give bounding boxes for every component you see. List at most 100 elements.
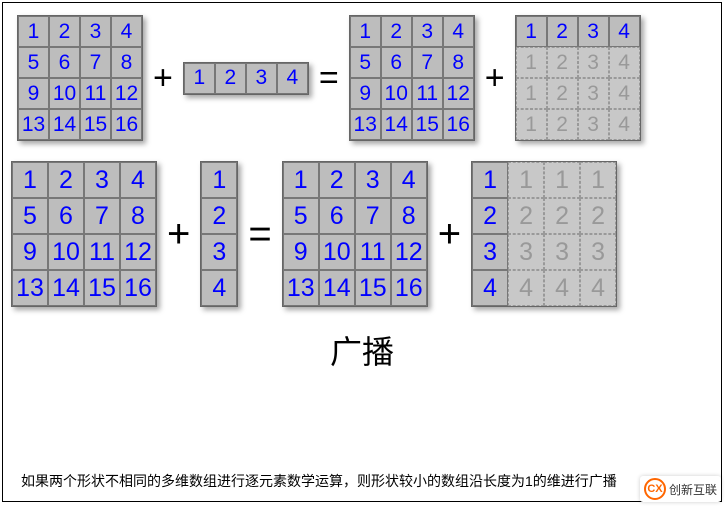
- matrix-cell: 12: [111, 78, 142, 109]
- matrix-cell: 7: [355, 198, 391, 234]
- matrix-cell: 14: [48, 270, 84, 306]
- matrix-cell: 2: [48, 162, 84, 198]
- matrix-ghost-cell: 4: [609, 78, 640, 109]
- watermark-logo-icon: CX: [644, 478, 666, 500]
- matrix-cell: 7: [412, 47, 443, 78]
- matrix-cell: 2: [215, 63, 246, 94]
- matrix-cell: 16: [111, 109, 142, 140]
- matrix-cell: 1: [516, 16, 547, 47]
- matrix-cell: 14: [319, 270, 355, 306]
- matrix-cell: 13: [12, 270, 48, 306]
- matrix-cell: 10: [49, 78, 80, 109]
- matrix-cell: 2: [201, 198, 237, 234]
- matrix-ghost-cell: 2: [547, 47, 578, 78]
- matrix-cell: 11: [84, 234, 120, 270]
- matrix-ghost-cell: 3: [578, 109, 609, 140]
- matrix-cell: 9: [12, 234, 48, 270]
- matrix-cell: 7: [84, 198, 120, 234]
- matrix-cell: 9: [350, 78, 381, 109]
- matrix-ghost-cell: 3: [580, 234, 616, 270]
- matrix-cell: 15: [412, 109, 443, 140]
- broadcast-row-1: 12345678910111213141516 + 1234 = 1234567…: [17, 15, 713, 141]
- matrix-cell: 6: [319, 198, 355, 234]
- matrix-cell: 4: [111, 16, 142, 47]
- matrix-cell: 1: [184, 63, 215, 94]
- matrix-r1-b: 1234: [183, 62, 309, 95]
- matrix-cell: 1: [283, 162, 319, 198]
- equals-op: =: [319, 59, 339, 98]
- matrix-cell: 4: [391, 162, 427, 198]
- plus-op: +: [438, 212, 461, 257]
- matrix-cell: 1: [472, 162, 508, 198]
- matrix-ghost-cell: 2: [547, 78, 578, 109]
- matrix-cell: 4: [443, 16, 474, 47]
- matrix-cell: 16: [391, 270, 427, 306]
- matrix-ghost-cell: 1: [516, 109, 547, 140]
- diagram-title: 广播: [11, 327, 713, 373]
- matrix-cell: 8: [120, 198, 156, 234]
- matrix-cell: 15: [84, 270, 120, 306]
- plus-op: +: [485, 59, 505, 98]
- matrix-cell: 13: [283, 270, 319, 306]
- matrix-cell: 5: [350, 47, 381, 78]
- matrix-cell: 16: [443, 109, 474, 140]
- plus-op: +: [167, 212, 190, 257]
- matrix-cell: 10: [319, 234, 355, 270]
- matrix-cell: 12: [443, 78, 474, 109]
- matrix-cell: 1: [18, 16, 49, 47]
- matrix-cell: 2: [49, 16, 80, 47]
- matrix-cell: 4: [120, 162, 156, 198]
- matrix-r1-d: 1234123412341234: [515, 15, 641, 141]
- matrix-cell: 5: [18, 47, 49, 78]
- matrix-cell: 3: [355, 162, 391, 198]
- watermark-text: 创新互联: [669, 481, 717, 498]
- broadcast-row-2: 12345678910111213141516 + 1234 = 1234567…: [11, 161, 713, 307]
- matrix-cell: 3: [201, 234, 237, 270]
- matrix-cell: 11: [80, 78, 111, 109]
- matrix-ghost-cell: 4: [609, 109, 640, 140]
- matrix-ghost-cell: 2: [580, 198, 616, 234]
- matrix-cell: 6: [48, 198, 84, 234]
- matrix-cell: 3: [246, 63, 277, 94]
- matrix-cell: 15: [355, 270, 391, 306]
- matrix-ghost-cell: 1: [508, 162, 544, 198]
- matrix-cell: 1: [12, 162, 48, 198]
- matrix-cell: 4: [472, 270, 508, 306]
- matrix-ghost-cell: 3: [544, 234, 580, 270]
- diagram-caption: 如果两个形状不相同的多维数组进行逐元素数学运算，则形状较小的数组沿长度为1的维进…: [21, 471, 617, 491]
- matrix-ghost-cell: 2: [547, 109, 578, 140]
- matrix-cell: 3: [578, 16, 609, 47]
- matrix-ghost-cell: 4: [508, 270, 544, 306]
- matrix-cell: 3: [80, 16, 111, 47]
- matrix-cell: 16: [120, 270, 156, 306]
- matrix-ghost-cell: 3: [578, 78, 609, 109]
- matrix-cell: 1: [201, 162, 237, 198]
- matrix-ghost-cell: 4: [544, 270, 580, 306]
- matrix-cell: 10: [381, 78, 412, 109]
- matrix-ghost-cell: 1: [516, 47, 547, 78]
- matrix-cell: 3: [412, 16, 443, 47]
- matrix-cell: 3: [84, 162, 120, 198]
- matrix-cell: 7: [80, 47, 111, 78]
- watermark-badge: CX 创新互联: [640, 476, 721, 502]
- matrix-cell: 2: [319, 162, 355, 198]
- matrix-cell: 8: [391, 198, 427, 234]
- matrix-cell: 12: [120, 234, 156, 270]
- matrix-cell: 13: [350, 109, 381, 140]
- matrix-cell: 4: [201, 270, 237, 306]
- matrix-cell: 11: [355, 234, 391, 270]
- matrix-cell: 3: [472, 234, 508, 270]
- matrix-r1-c: 12345678910111213141516: [349, 15, 475, 141]
- matrix-cell: 8: [443, 47, 474, 78]
- matrix-cell: 15: [80, 109, 111, 140]
- matrix-cell: 12: [391, 234, 427, 270]
- matrix-cell: 4: [609, 16, 640, 47]
- matrix-cell: 11: [412, 78, 443, 109]
- matrix-ghost-cell: 1: [544, 162, 580, 198]
- matrix-r1-a: 12345678910111213141516: [17, 15, 143, 141]
- matrix-r2-a: 12345678910111213141516: [11, 161, 157, 307]
- matrix-cell: 4: [277, 63, 308, 94]
- matrix-r2-b: 1234: [200, 161, 238, 307]
- matrix-cell: 9: [283, 234, 319, 270]
- matrix-ghost-cell: 4: [609, 47, 640, 78]
